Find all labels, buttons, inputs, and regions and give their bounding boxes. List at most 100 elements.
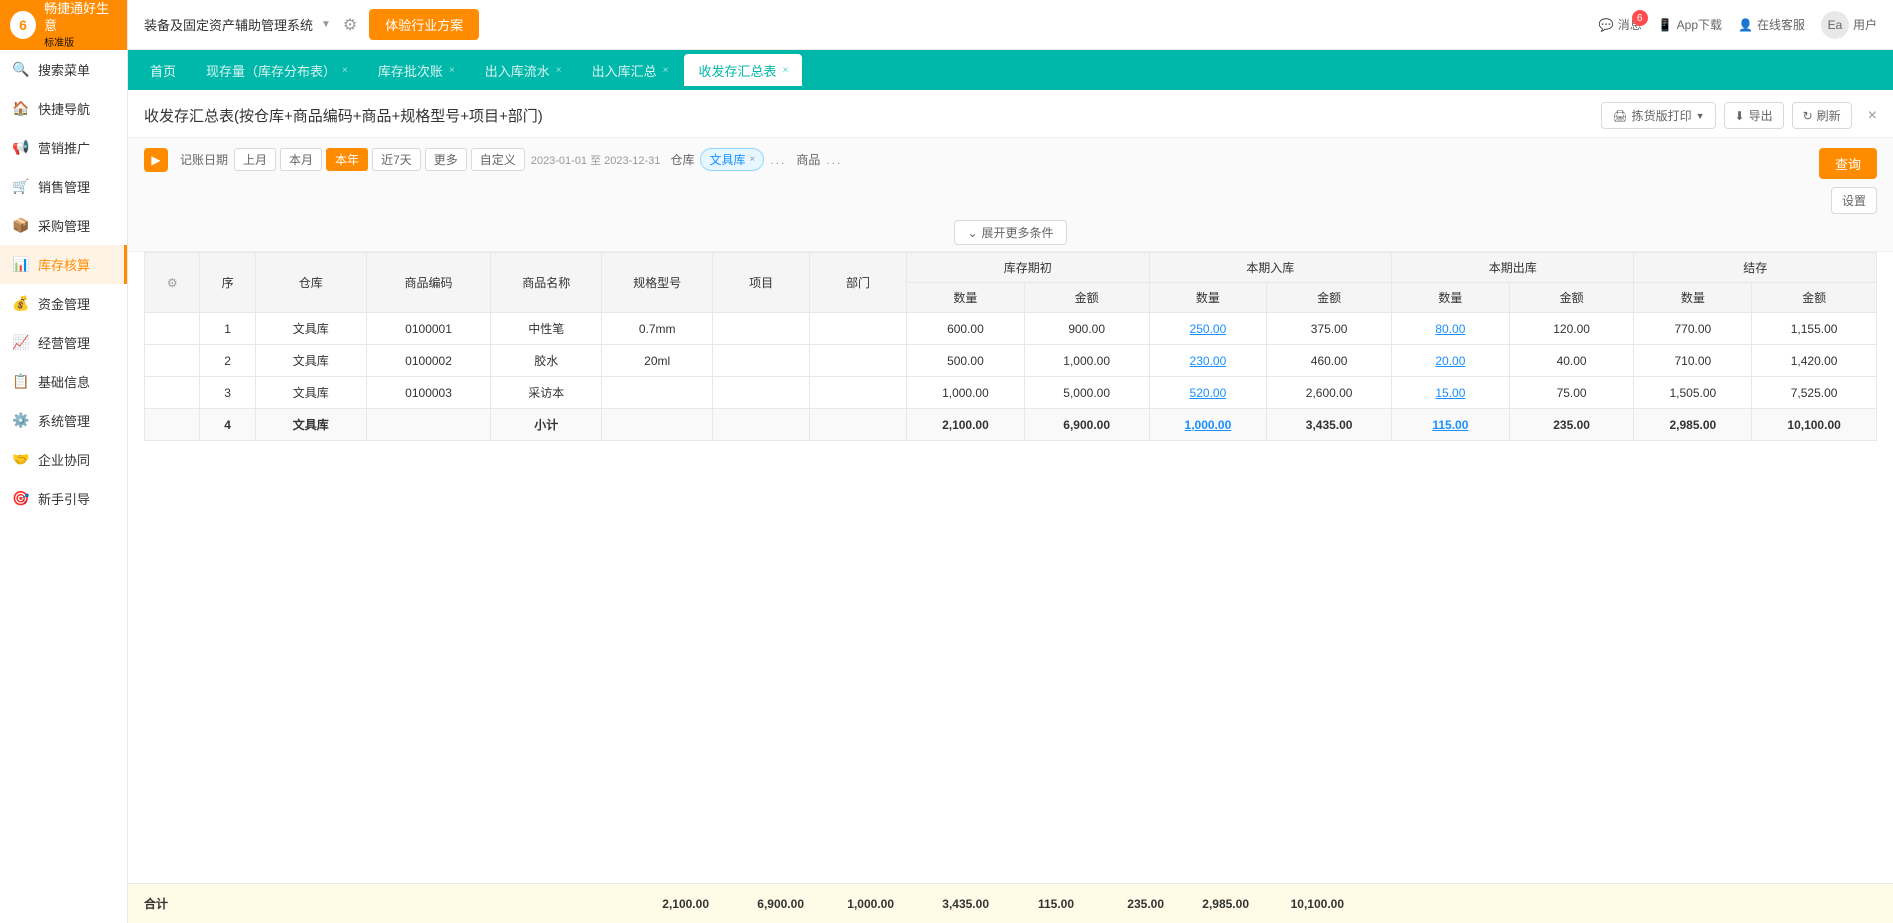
export-button[interactable]: ⬇ 导出 xyxy=(1724,102,1784,129)
subtotal-settings xyxy=(145,409,200,441)
online-service-btn[interactable]: 👤 在线客服 xyxy=(1738,16,1805,33)
row1-out-qty[interactable]: 80.00 xyxy=(1391,313,1509,345)
tab-home[interactable]: 首页 xyxy=(136,54,190,86)
row1-init-amt: 900.00 xyxy=(1024,313,1149,345)
total-in-amt: 3,435.00 xyxy=(894,897,989,911)
finance-icon: 💰 xyxy=(12,295,30,312)
tab-close-batch[interactable]: × xyxy=(449,65,455,76)
sidebar-item-marketing[interactable]: 📢 营销推广 xyxy=(0,128,127,167)
row3-bal-qty: 1,505.00 xyxy=(1634,377,1752,409)
tab-close-inout-summary[interactable]: × xyxy=(663,65,669,76)
sidebar-item-sales[interactable]: 🛒 销售管理 xyxy=(0,167,127,206)
warehouse-tag: 文具库 × xyxy=(700,148,764,171)
tab-close-stock-dist[interactable]: × xyxy=(342,65,348,76)
row2-dept xyxy=(810,345,907,377)
date-custom[interactable]: 自定义 xyxy=(471,148,525,171)
warehouse-col-header: 仓库 xyxy=(255,253,366,313)
row2-warehouse: 文具库 xyxy=(255,345,366,377)
tab-stock-dist[interactable]: 现存量（库存分布表） × xyxy=(192,54,362,86)
row2-settings xyxy=(145,345,200,377)
date-this-year[interactable]: 本年 xyxy=(326,148,368,171)
tab-close-inout-flow[interactable]: × xyxy=(556,65,562,76)
row2-out-qty[interactable]: 20.00 xyxy=(1391,345,1509,377)
message-btn[interactable]: 💬 消息 6 xyxy=(1599,16,1642,33)
sidebar-item-search[interactable]: 🔍 搜索菜单 xyxy=(0,50,127,89)
subtotal-empty4 xyxy=(810,409,907,441)
settings-gear-icon[interactable]: ⚙ xyxy=(343,15,357,35)
tab-bar: 首页 现存量（库存分布表） × 库存批次账 × 出入库流水 × 出入库汇总 × … xyxy=(128,50,1893,90)
row1-seq: 1 xyxy=(200,313,255,345)
date-last-month[interactable]: 上月 xyxy=(234,148,276,171)
trial-button[interactable]: 体验行业方案 xyxy=(369,9,479,40)
date-this-month[interactable]: 本月 xyxy=(280,148,322,171)
date-7days[interactable]: 近7天 xyxy=(372,148,421,171)
in-amt-header: 金额 xyxy=(1267,283,1392,313)
collab-icon: 🤝 xyxy=(12,451,30,468)
row2-project xyxy=(713,345,810,377)
setting-button[interactable]: 设置 xyxy=(1831,187,1877,214)
sidebar-item-operations[interactable]: 📈 经营管理 xyxy=(0,323,127,362)
project-col-header: 项目 xyxy=(713,253,810,313)
spec-col-header: 规格型号 xyxy=(602,253,713,313)
filter-toggle-btn[interactable]: ▶ xyxy=(144,148,168,172)
row1-in-qty[interactable]: 250.00 xyxy=(1149,313,1267,345)
row2-in-qty[interactable]: 230.00 xyxy=(1149,345,1267,377)
sidebar-item-purchase[interactable]: 📦 采购管理 xyxy=(0,206,127,245)
row1-out-amt: 120.00 xyxy=(1509,313,1634,345)
row1-in-amt: 375.00 xyxy=(1267,313,1392,345)
goods-filter-group: 商品 ... xyxy=(796,151,842,168)
main-table: ⚙ 序 仓库 商品编码 商品名称 规格型号 项目 部门 库存期初 本期入库 本期… xyxy=(144,252,1877,441)
page-header: 收发存汇总表(按仓库+商品编码+商品+规格型号+项目+部门) 🖨 拣货版打印 ▼… xyxy=(128,90,1893,138)
system-title: 装备及固定资产辅助管理系统 ▼ xyxy=(144,15,331,34)
tab-inout-flow[interactable]: 出入库流水 × xyxy=(471,54,576,86)
app-download-btn[interactable]: 📱 App下载 xyxy=(1658,16,1722,33)
expand-conditions-btn[interactable]: ⌄ 展开更多条件 xyxy=(954,220,1066,245)
sidebar-item-inventory[interactable]: 📊 库存核算 xyxy=(0,245,127,284)
subtotal-out-amt: 235.00 xyxy=(1509,409,1634,441)
user-btn[interactable]: Ea 用户 xyxy=(1821,11,1877,39)
page-close-button[interactable]: × xyxy=(1868,107,1877,125)
row3-init-amt: 5,000.00 xyxy=(1024,377,1149,409)
row1-spec: 0.7mm xyxy=(602,313,713,345)
print-button[interactable]: 🖨 拣货版打印 ▼ xyxy=(1601,102,1715,129)
init-qty-header: 数量 xyxy=(907,283,1025,313)
logo-area: 6 畅捷通好生意 标准版 xyxy=(0,0,127,50)
balance-header: 结存 xyxy=(1634,253,1877,283)
basic-icon: 📋 xyxy=(12,373,30,390)
row2-in-amt: 460.00 xyxy=(1267,345,1392,377)
subtotal-empty2 xyxy=(602,409,713,441)
warehouse-filter-dots[interactable]: ... xyxy=(770,153,786,167)
subtotal-in-qty[interactable]: 1,000.00 xyxy=(1149,409,1267,441)
row2-code: 0100002 xyxy=(366,345,491,377)
table-row: 3 文具库 0100003 采访本 1,000.00 5,000.00 520.… xyxy=(145,377,1877,409)
tab-batch[interactable]: 库存批次账 × xyxy=(364,54,469,86)
goods-filter-dots[interactable]: ... xyxy=(826,153,842,167)
row3-dept xyxy=(810,377,907,409)
sidebar-item-finance[interactable]: 💰 资金管理 xyxy=(0,284,127,323)
row3-bal-amt: 7,525.00 xyxy=(1752,377,1877,409)
row3-out-qty[interactable]: 15.00 xyxy=(1391,377,1509,409)
tab-recv-send[interactable]: 收发存汇总表 × xyxy=(684,54,802,86)
tab-inout-summary[interactable]: 出入库汇总 × xyxy=(578,54,683,86)
sidebar-item-guide[interactable]: 🎯 新手引导 xyxy=(0,479,127,518)
stock-out-header: 本期出库 xyxy=(1391,253,1633,283)
warehouse-tag-close[interactable]: × xyxy=(749,154,755,165)
out-amt-header: 金额 xyxy=(1509,283,1634,313)
settings-col-header[interactable]: ⚙ xyxy=(145,253,200,313)
sidebar-item-collab[interactable]: 🤝 企业协同 xyxy=(0,440,127,479)
top-header: 装备及固定资产辅助管理系统 ▼ ⚙ 体验行业方案 💬 消息 6 📱 App下载 … xyxy=(128,0,1893,50)
row3-in-qty[interactable]: 520.00 xyxy=(1149,377,1267,409)
row1-settings xyxy=(145,313,200,345)
sidebar-menu: 🔍 搜索菜单 🏠 快捷导航 📢 营销推广 🛒 销售管理 📦 采购管理 📊 库存核… xyxy=(0,50,127,923)
query-button[interactable]: 查询 xyxy=(1819,148,1877,179)
date-more[interactable]: 更多 xyxy=(425,148,467,171)
tab-close-recv-send[interactable]: × xyxy=(782,65,788,76)
sidebar-item-quick[interactable]: 🏠 快捷导航 xyxy=(0,89,127,128)
message-icon: 💬 xyxy=(1599,18,1614,32)
row1-code: 0100001 xyxy=(366,313,491,345)
subtotal-out-qty[interactable]: 115.00 xyxy=(1391,409,1509,441)
dropdown-icon: ▼ xyxy=(321,19,331,30)
sidebar-item-basic[interactable]: 📋 基础信息 xyxy=(0,362,127,401)
sidebar-item-system[interactable]: ⚙️ 系统管理 xyxy=(0,401,127,440)
refresh-button[interactable]: ↻ 刷新 xyxy=(1792,102,1852,129)
